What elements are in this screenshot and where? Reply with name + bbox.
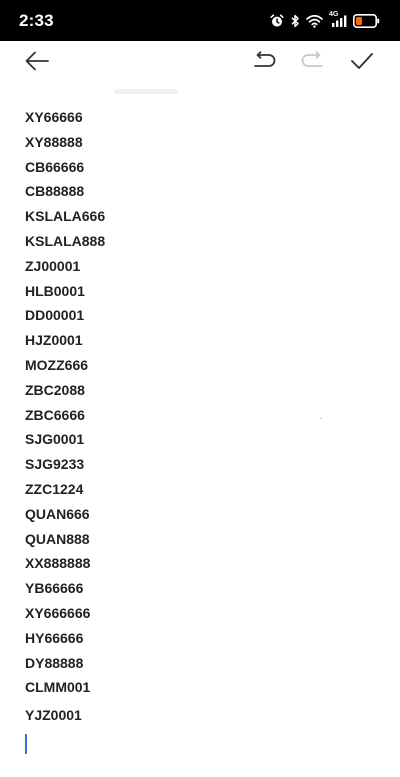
text-line: DD00001	[25, 307, 85, 324]
text-line: SJG0001	[25, 431, 85, 448]
text-line: DY88888	[25, 654, 84, 671]
text-line: ZZC1224	[25, 480, 84, 497]
text-line: YJZ0001	[25, 707, 82, 724]
text-line: CB66666	[25, 158, 85, 175]
text-line: HY66666	[25, 629, 84, 646]
note-editor[interactable]: XY66666 XY88888 CB66666 CB88888 KSLALA66…	[25, 105, 375, 765]
text-line: YB66666	[25, 580, 84, 597]
screen-speck	[320, 418, 322, 419]
text-line: CLMM001	[25, 679, 91, 696]
status-time: 2:33	[19, 11, 54, 30]
text-line: HLB0001	[25, 282, 85, 299]
text-line: CB88888	[25, 183, 85, 200]
text-line: XY88888	[25, 133, 83, 150]
alarm-icon	[270, 14, 284, 28]
editor-toolbar	[0, 41, 400, 85]
back-button[interactable]	[22, 48, 52, 78]
undo-button[interactable]	[249, 48, 279, 78]
undo-icon	[251, 50, 277, 77]
text-line: XX888888	[25, 555, 91, 572]
status-icons: 4G	[270, 11, 380, 30]
wifi-icon	[306, 14, 323, 28]
text-line: XY66666	[25, 109, 83, 125]
done-button[interactable]	[347, 48, 377, 78]
text-line: ZJ00001	[25, 257, 81, 274]
redo-button[interactable]	[298, 48, 328, 78]
text-line: QUAN888	[25, 530, 90, 547]
text-line: SJG9233	[25, 456, 85, 473]
text-line: KSLALA666	[25, 208, 106, 225]
text-caret	[25, 734, 27, 754]
scroll-indicator	[114, 89, 178, 94]
text-line: ZBC6666	[25, 406, 85, 423]
text-line: QUAN666	[25, 505, 90, 522]
arrow-left-icon	[24, 50, 50, 77]
text-line: ZBC2088	[25, 381, 85, 398]
battery-icon	[353, 14, 380, 28]
status-bar: 2:33 4G	[0, 0, 400, 41]
checkmark-icon	[349, 50, 375, 77]
signal-icon: 4G	[329, 11, 347, 28]
text-line: XY666666	[25, 604, 91, 621]
text-line: MOZZ666	[25, 356, 89, 373]
bluetooth-icon	[290, 14, 300, 28]
text-line: KSLALA888	[25, 232, 106, 249]
text-line: HJZ0001	[25, 332, 83, 349]
network-type-label: 4G	[329, 11, 339, 18]
redo-icon	[300, 50, 326, 77]
